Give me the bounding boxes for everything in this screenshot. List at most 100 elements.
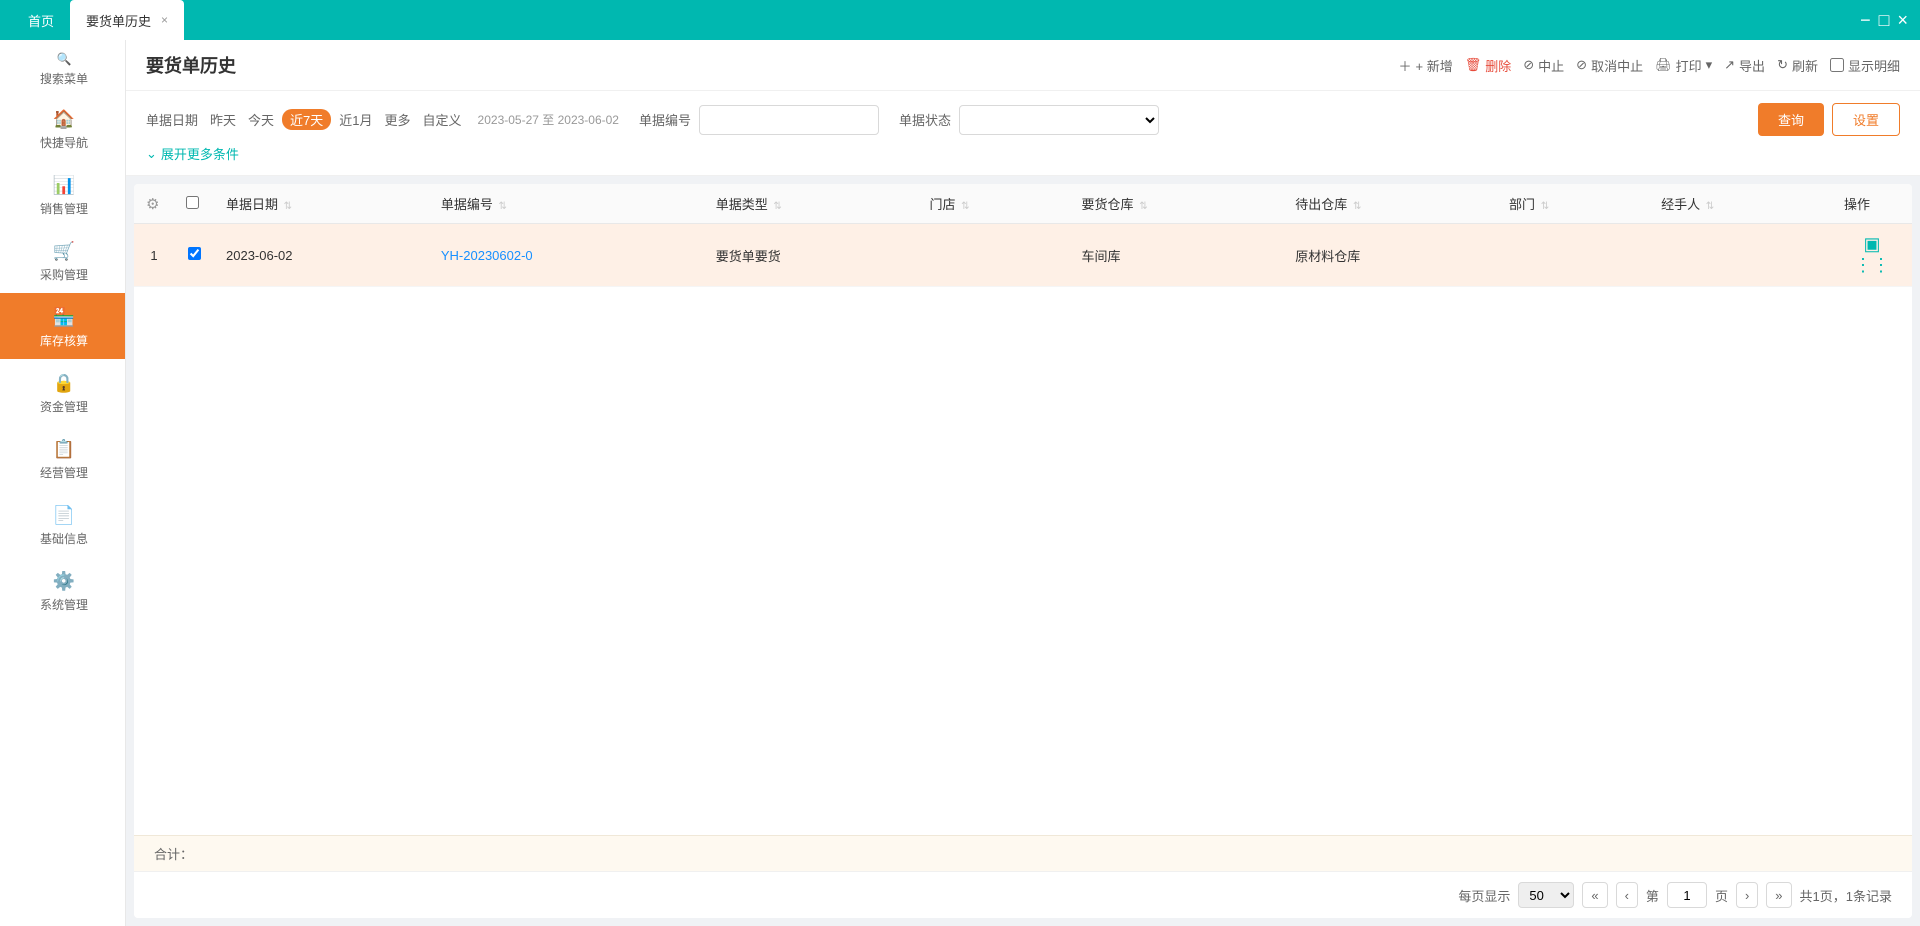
window-close-btn[interactable]: × <box>1897 10 1908 31</box>
print-btn[interactable]: 🖨 打印 ▾ <box>1655 56 1712 75</box>
doc-number-filter: 单据编号 <box>639 105 879 135</box>
sidebar-item-system-mgmt[interactable]: ⚙️ 系统管理 <box>0 557 125 623</box>
shortcut-yesterday[interactable]: 昨天 <box>206 109 240 130</box>
minimize-btn[interactable]: − <box>1860 10 1871 31</box>
suspend-icon: ⊘ <box>1523 57 1534 73</box>
shortcut-more[interactable]: 更多 <box>381 109 415 130</box>
tab-requisition-label: 要货单历史 <box>86 11 151 30</box>
row-actions-cell: ▣ ⋮⋮ <box>1832 224 1912 287</box>
sort-handler-icon[interactable]: ⇅ <box>1706 201 1714 212</box>
header-actions: ＋ + 新增 🗑 删除 ⊘ 中止 ⊘ 取消中止 🖨 打印 <box>1398 56 1900 87</box>
export-btn[interactable]: ↗ 导出 <box>1724 56 1765 75</box>
row-num-cell: 1 <box>134 224 174 287</box>
sort-doc-date-icon[interactable]: ⇅ <box>284 201 292 212</box>
first-page-btn[interactable]: « <box>1582 882 1607 908</box>
tab-requisition-history[interactable]: 要货单历史 × <box>70 0 184 40</box>
doc-status-select[interactable] <box>959 105 1159 135</box>
sidebar-item-purchase-label: 采购管理 <box>40 266 88 283</box>
sidebar-item-inventory[interactable]: 🏪 库存核算 <box>0 293 125 359</box>
finance-icon: 🔒 <box>53 373 75 394</box>
select-all-checkbox[interactable] <box>186 196 199 209</box>
sidebar-item-basic-info-label: 基础信息 <box>40 530 88 547</box>
cancel-suspend-btn[interactable]: ⊘ 取消中止 <box>1576 56 1643 75</box>
row-checkbox[interactable] <box>188 247 201 260</box>
shortcut-custom[interactable]: 自定义 <box>419 109 466 130</box>
suspend-btn[interactable]: ⊘ 中止 <box>1523 56 1564 75</box>
filter-right-actions: 查询 设置 <box>1758 103 1900 136</box>
page-number-input[interactable] <box>1667 882 1707 908</box>
sidebar-item-purchase-mgmt[interactable]: 🛒 采购管理 <box>0 227 125 293</box>
setting-button[interactable]: 设置 <box>1832 103 1900 136</box>
refresh-icon: ↻ <box>1777 57 1788 73</box>
table-row[interactable]: 1 2023-06-02 YH-20230602-0 要货单要货 车间库 <box>134 224 1912 287</box>
date-filter: 单据日期 昨天 今天 近7天 近1月 更多 自定义 2023-05-27 至 2… <box>146 109 619 130</box>
delete-label: 删除 <box>1485 56 1511 75</box>
th-doc-number: 单据编号 ⇅ <box>429 184 704 224</box>
row-checkbox-cell <box>174 224 214 287</box>
tab-close-icon[interactable]: × <box>161 13 168 27</box>
main-content: 要货单历史 ＋ + 新增 🗑 删除 ⊘ 中止 ⊘ 取消中止 <box>126 40 1920 926</box>
new-icon: ＋ <box>1398 56 1411 75</box>
top-bar: 首页 要货单历史 × − □ × <box>0 0 1920 40</box>
doc-number-link[interactable]: YH-20230602-0 <box>441 248 533 263</box>
sort-pending-warehouse-icon[interactable]: ⇅ <box>1353 201 1361 212</box>
th-req-warehouse: 要货仓库 ⇅ <box>1070 184 1284 224</box>
sidebar-item-quick-nav[interactable]: 🏠 快捷导航 <box>0 95 125 161</box>
inventory-icon: 🏪 <box>53 307 75 328</box>
total-info: 共1页，1条记录 <box>1800 886 1892 905</box>
print-icon: 🖨 <box>1655 57 1672 73</box>
maximize-btn[interactable]: □ <box>1879 10 1890 31</box>
row-edit-icon[interactable]: ▣ <box>1863 234 1880 254</box>
page-header: 要货单历史 ＋ + 新增 🗑 删除 ⊘ 中止 ⊘ 取消中止 <box>126 40 1920 91</box>
last-page-btn[interactable]: » <box>1766 882 1791 908</box>
sort-doc-number-icon[interactable]: ⇅ <box>499 201 507 212</box>
sidebar-item-inventory-label: 库存核算 <box>40 332 88 349</box>
quick-nav-icon: 🏠 <box>53 109 75 130</box>
delete-icon: 🗑 <box>1465 57 1482 73</box>
display-detail-checkbox[interactable] <box>1830 58 1844 72</box>
table-wrapper: ⚙ 单据日期 ⇅ 单据编号 ⇅ <box>134 184 1912 835</box>
store-cell <box>918 224 1070 287</box>
shortcut-1month[interactable]: 近1月 <box>335 109 376 130</box>
new-label: + 新增 <box>1415 56 1452 75</box>
column-settings-icon[interactable]: ⚙ <box>146 196 159 213</box>
search-menu-icon: 🔍 <box>57 52 72 66</box>
per-page-label: 每页显示 <box>1458 886 1510 905</box>
refresh-btn[interactable]: ↻ 刷新 <box>1777 56 1818 75</box>
page-title: 要货单历史 <box>146 52 236 90</box>
table-header: ⚙ 单据日期 ⇅ 单据编号 ⇅ <box>134 184 1912 224</box>
row-more-icon[interactable]: ⋮⋮ <box>1854 255 1890 275</box>
sidebar-item-sales-label: 销售管理 <box>40 200 88 217</box>
table-area: ⚙ 单据日期 ⇅ 单据编号 ⇅ <box>134 184 1912 918</box>
next-page-btn[interactable]: › <box>1736 882 1758 908</box>
per-page-select[interactable]: 50 100 200 <box>1518 882 1574 908</box>
delete-btn[interactable]: 🗑 删除 <box>1465 56 1512 75</box>
date-range-display: 2023-05-27 至 2023-06-02 <box>478 111 619 128</box>
sort-doc-type-icon[interactable]: ⇅ <box>773 201 781 212</box>
doc-status-label: 单据状态 <box>899 110 951 129</box>
header-row: ⚙ 单据日期 ⇅ 单据编号 ⇅ <box>134 184 1912 224</box>
expand-more-btn[interactable]: ⌄ 展开更多条件 <box>146 144 1900 163</box>
shortcut-today[interactable]: 今天 <box>244 109 278 130</box>
sales-icon: 📊 <box>53 175 75 196</box>
new-btn[interactable]: ＋ + 新增 <box>1398 56 1452 75</box>
main-layout: 🔍 搜索菜单 🏠 快捷导航 📊 销售管理 🛒 采购管理 🏪 库存核算 🔒 资金管… <box>0 40 1920 926</box>
doc-number-input[interactable] <box>699 105 879 135</box>
sidebar-item-basic-info[interactable]: 📄 基础信息 <box>0 491 125 557</box>
tab-home[interactable]: 首页 <box>12 0 70 40</box>
sort-department-icon[interactable]: ⇅ <box>1541 201 1549 212</box>
prev-page-btn[interactable]: ‹ <box>1616 882 1638 908</box>
expand-label: 展开更多条件 <box>161 144 239 163</box>
sidebar-item-operations-mgmt[interactable]: 📋 经营管理 <box>0 425 125 491</box>
sort-store-icon[interactable]: ⇅ <box>961 201 969 212</box>
display-detail-toggle[interactable]: 显示明细 <box>1830 56 1900 75</box>
query-button[interactable]: 查询 <box>1758 103 1824 136</box>
sidebar-item-search-menu-label: 搜索菜单 <box>40 70 88 87</box>
expand-row: ⌄ 展开更多条件 <box>146 144 1900 163</box>
date-shortcuts: 昨天 今天 近7天 近1月 更多 自定义 <box>206 109 466 130</box>
shortcut-7days[interactable]: 近7天 <box>282 109 331 130</box>
sort-req-warehouse-icon[interactable]: ⇅ <box>1139 201 1147 212</box>
sidebar-item-finance-mgmt[interactable]: 🔒 资金管理 <box>0 359 125 425</box>
sidebar-item-search-menu[interactable]: 🔍 搜索菜单 <box>0 40 125 95</box>
sidebar-item-sales-mgmt[interactable]: 📊 销售管理 <box>0 161 125 227</box>
